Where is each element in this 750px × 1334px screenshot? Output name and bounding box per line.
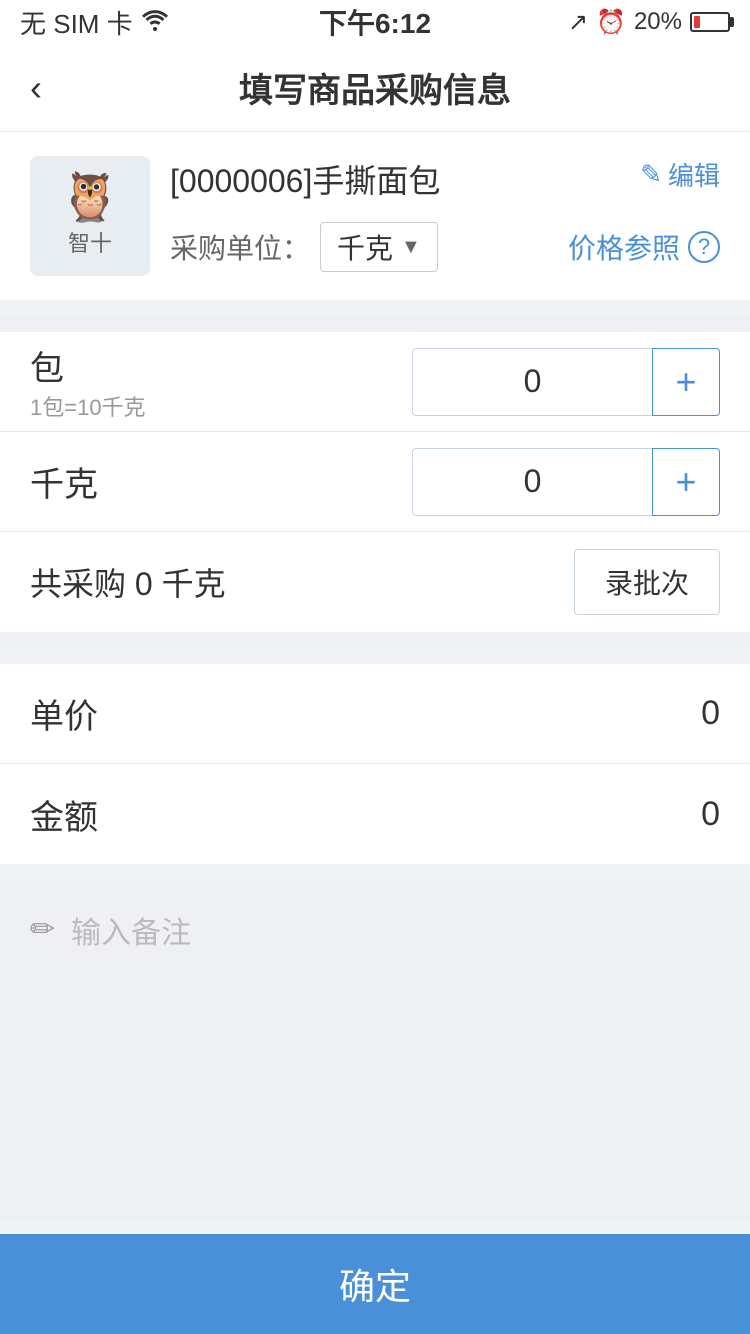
bao-plus-button[interactable]: + [652,348,720,416]
kilogram-label: 千克 [30,457,190,506]
amount-row: 金额 0 [0,764,750,864]
product-card: 🦉 智十 [0000006]手撕面包 ✎ 编辑 采购单位： 千克 ▼ 价格参照 … [0,132,750,300]
summary-text: 共采购 0 千克 [30,559,226,605]
unit-select[interactable]: 千克 ▼ [320,222,438,272]
wifi-icon [141,7,169,38]
amount-label: 金额 [30,790,98,839]
unit-select-arrow: ▼ [401,236,421,259]
nav-bar: ‹ 填写商品采购信息 [0,44,750,132]
alarm-icon: ⏰ [596,8,626,37]
product-info: [0000006]手撕面包 ✎ 编辑 采购单位： 千克 ▼ 价格参照 ? [170,156,720,272]
amount-value: 0 [701,795,720,834]
battery-percent: 20% [634,8,682,36]
note-section[interactable]: ✏ 输入备注 [0,880,750,1220]
price-section: 单价 0 金额 0 [0,664,750,864]
kilogram-input[interactable]: 0 [412,448,652,516]
price-ref-button[interactable]: 价格参照 ? [568,227,720,267]
location-icon: ↗ [568,8,588,37]
unit-value: 千克 [337,227,393,267]
back-button[interactable]: ‹ [30,67,42,109]
kilogram-input-row: 千克 0 + [0,432,750,532]
page-title: 填写商品采购信息 [239,63,511,112]
kilogram-label-container: 千克 [30,457,190,506]
product-name: [0000006]手撕面包 [170,156,440,202]
note-icon: ✏ [30,912,55,947]
unit-label: 采购单位： [170,227,310,267]
battery-indicator [690,12,730,32]
status-bar-time: 下午6:12 [319,2,431,42]
carrier-text: 无 SIM 卡 [20,4,133,41]
summary-row: 共采购 0 千克 录批次 [0,532,750,632]
unit-price-row: 单价 0 [0,664,750,764]
product-image-subtext: 智十 [68,226,112,258]
status-bar: 无 SIM 卡 下午6:12 ↗ ⏰ 20% [0,0,750,44]
price-ref-label: 价格参照 [568,227,680,267]
status-bar-left: 无 SIM 卡 [20,4,169,41]
product-image: 🦉 智十 [30,156,150,276]
batch-button[interactable]: 录批次 [574,549,720,615]
edit-label: 编辑 [668,156,720,193]
bao-sub-label: 1包=10千克 [30,390,190,422]
divider-1 [0,316,750,332]
status-bar-right: ↗ ⏰ 20% [568,8,730,37]
edit-icon: ✎ [640,159,662,190]
unit-price-label: 单价 [30,689,98,738]
confirm-label: 确定 [339,1258,411,1310]
unit-price-value: 0 [701,694,720,733]
kilogram-plus-button[interactable]: + [652,448,720,516]
input-section: 包 1包=10千克 0 + 千克 0 + [0,332,750,532]
bao-label: 包 [30,341,190,390]
edit-button[interactable]: ✎ 编辑 [640,156,720,193]
note-input[interactable]: 输入备注 [71,908,191,952]
bao-field-wrapper: 0 + [190,348,720,416]
bao-label-container: 包 1包=10千克 [30,341,190,422]
kilogram-field-wrapper: 0 + [190,448,720,516]
confirm-button[interactable]: 确定 [0,1234,750,1334]
product-name-row: [0000006]手撕面包 ✎ 编辑 [170,156,720,202]
bao-input-row: 包 1包=10千克 0 + [0,332,750,432]
bao-input[interactable]: 0 [412,348,652,416]
unit-row: 采购单位： 千克 ▼ 价格参照 ? [170,222,720,272]
product-image-owl: 🦉 [60,174,120,222]
price-ref-icon: ? [688,231,720,263]
divider-2 [0,632,750,648]
